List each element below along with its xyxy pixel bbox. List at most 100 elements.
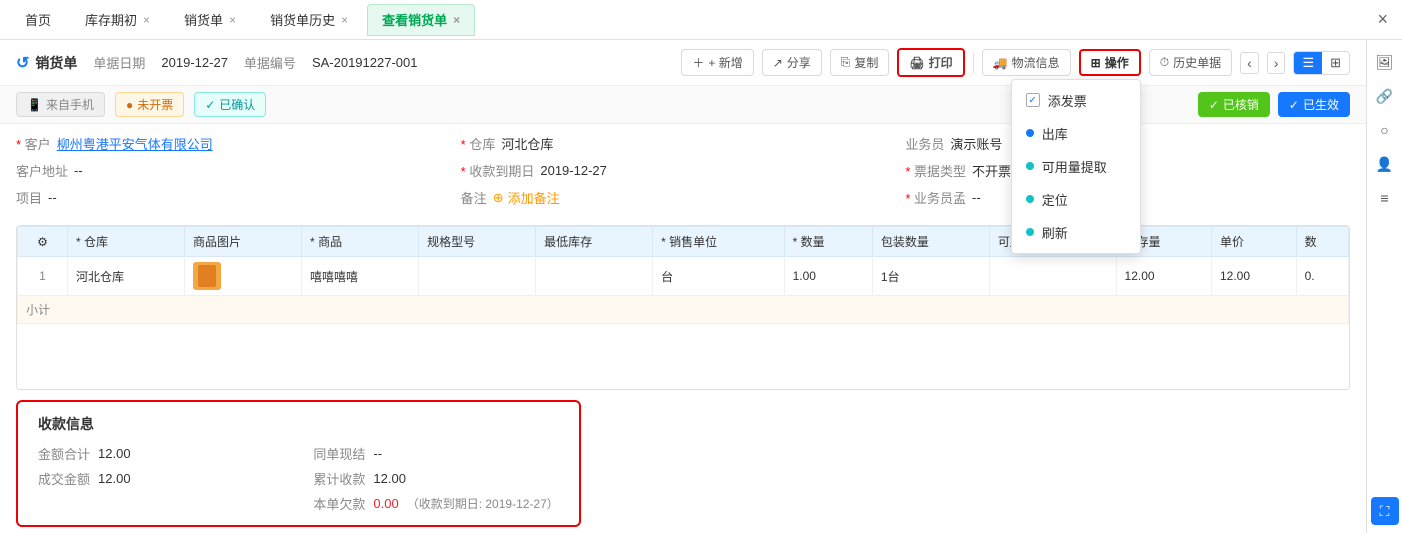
ops-button[interactable]: ⊞ 操作 bbox=[1079, 49, 1141, 76]
share-label: 分享 bbox=[787, 54, 811, 71]
due-date-hint: （收款到期日: 2019-12-27） bbox=[407, 495, 559, 512]
not-open-button[interactable]: ● 未开票 bbox=[115, 92, 184, 117]
tab-bar-right: × bbox=[1373, 9, 1392, 30]
sidebar-person-icon[interactable]: 👤 bbox=[1371, 150, 1399, 178]
form-row-2: 客户地址 -- 收款到期日 2019-12-27 票据类型 不开票 bbox=[16, 161, 1350, 180]
transaction-value: 12.00 bbox=[98, 471, 131, 486]
tab-home[interactable]: 首页 bbox=[10, 4, 66, 36]
status-right: ✓ 已核销 ✓ 已生效 bbox=[1198, 92, 1350, 117]
sidebar-list-icon[interactable]: ≡ bbox=[1371, 184, 1399, 212]
sold-check-icon: ✓ bbox=[1209, 98, 1219, 112]
tab-sales-history[interactable]: 销货单历史 × bbox=[255, 4, 363, 36]
tab-inventory-close[interactable]: × bbox=[143, 14, 150, 26]
row-min-stock bbox=[536, 257, 653, 296]
row-product: 嘻嘻嘻嘻 bbox=[302, 257, 419, 296]
ticket-icon: ● bbox=[126, 98, 133, 112]
col-warehouse: * 仓库 bbox=[67, 227, 184, 257]
share-button[interactable]: ↗ 分享 bbox=[762, 49, 822, 76]
separator-1 bbox=[973, 53, 974, 73]
copy-button[interactable]: ⎘ 复制 bbox=[830, 49, 890, 76]
sidebar-img-icon[interactable]: 🖼 bbox=[1371, 48, 1399, 76]
logistics-button[interactable]: 🚚 物流信息 bbox=[982, 49, 1071, 76]
print-label: 打印 bbox=[929, 54, 953, 71]
add-note-button[interactable]: ⊕ 添加备注 bbox=[493, 188, 560, 207]
from-mobile-button[interactable]: 📱 来自手机 bbox=[16, 92, 105, 117]
total-amount-label: 金额合计 bbox=[38, 444, 90, 463]
salesperson-label: 业务员孟 bbox=[905, 188, 966, 207]
outbound-dot bbox=[1026, 129, 1034, 137]
effective-check-icon: ✓ bbox=[1289, 98, 1299, 112]
confirm-icon: ✓ bbox=[205, 98, 215, 112]
row-stock: 12.00 bbox=[1116, 257, 1211, 296]
warehouse-label: 仓库 bbox=[461, 134, 496, 153]
tab-view-sales[interactable]: 查看销货单 × bbox=[367, 4, 475, 36]
history-button[interactable]: ⏱ 历史单据 bbox=[1149, 49, 1232, 76]
ops-outbound[interactable]: 出库 bbox=[1012, 117, 1140, 150]
customer-field: 客户 柳州粤港平安气体有限公司 bbox=[16, 134, 461, 153]
tab-sales-history-close[interactable]: × bbox=[341, 14, 348, 26]
add-note-label: 添加备注 bbox=[508, 188, 560, 207]
payment-grid: 金额合计 12.00 同单现结 -- 成交金额 12.00 累计收款 12.00 bbox=[38, 444, 559, 513]
col-price: 单价 bbox=[1211, 227, 1296, 257]
tab-sales-history-label: 销货单历史 bbox=[270, 10, 335, 29]
tab-inventory[interactable]: 库存期初 × bbox=[70, 4, 165, 36]
sidebar-expand-icon[interactable]: ⛶ bbox=[1371, 497, 1399, 525]
tab-sales[interactable]: 销货单 × bbox=[169, 4, 251, 36]
row-avail bbox=[989, 257, 1116, 296]
cumulative-label: 累计收款 bbox=[313, 469, 365, 488]
truck-icon: 🚚 bbox=[993, 56, 1008, 70]
next-button[interactable]: › bbox=[1267, 52, 1286, 74]
transaction-row: 成交金额 12.00 bbox=[38, 469, 283, 488]
same-bill-value: -- bbox=[373, 446, 382, 461]
transaction-label: 成交金额 bbox=[38, 469, 90, 488]
list-view-button[interactable]: ☰ bbox=[1294, 52, 1322, 74]
doc-title-area: ↺ 销货单 bbox=[16, 53, 77, 73]
doc-header: ↺ 销货单 单据日期 2019-12-27 单据编号 SA-20191227-0… bbox=[0, 40, 1366, 86]
ops-qty-take[interactable]: 可用量提取 bbox=[1012, 150, 1140, 183]
due-date-value: 2019-12-27 bbox=[540, 163, 607, 178]
bottom-section: 收款信息 金额合计 12.00 同单现结 -- 成交金额 12.00 bbox=[0, 390, 1366, 533]
warehouse-field: 仓库 河北仓库 bbox=[461, 134, 906, 153]
ops-locate[interactable]: 定位 bbox=[1012, 183, 1140, 216]
col-spec: 规格型号 bbox=[419, 227, 536, 257]
table-header-row: ⚙ * 仓库 商品图片 * 商品 规格型号 最低库存 * 销售单位 * 数量 包… bbox=[18, 227, 1349, 257]
print-button[interactable]: 🖨 打印 bbox=[897, 48, 964, 77]
confirm-button[interactable]: ✓ 已确认 bbox=[194, 92, 266, 117]
grid-view-button[interactable]: ⊞ bbox=[1322, 52, 1349, 74]
col-min-stock: 最低库存 bbox=[536, 227, 653, 257]
new-button[interactable]: ＋ + 新增 bbox=[681, 49, 753, 76]
ops-refresh[interactable]: 刷新 bbox=[1012, 216, 1140, 249]
tab-view-sales-close[interactable]: × bbox=[453, 14, 460, 26]
ticket-value: 不开票 bbox=[972, 161, 1011, 180]
salesperson-value: -- bbox=[972, 190, 981, 205]
product-img-box bbox=[193, 262, 221, 290]
sidebar-circle-icon[interactable]: ○ bbox=[1371, 116, 1399, 144]
doc-date-label: 单据日期 bbox=[93, 53, 145, 72]
sidebar-link-icon[interactable]: 🔗 bbox=[1371, 82, 1399, 110]
doc-icon: ↺ bbox=[16, 53, 29, 73]
product-img-inner bbox=[198, 265, 216, 287]
due-date-label: 收款到期日 bbox=[461, 161, 535, 180]
tab-sales-label: 销货单 bbox=[184, 10, 223, 29]
ops-label: 操作 bbox=[1105, 54, 1129, 71]
window-close-button[interactable]: × bbox=[1373, 5, 1392, 33]
ops-grid-icon: ⊞ bbox=[1091, 56, 1101, 70]
ops-add-invoice-label: 添发票 bbox=[1048, 91, 1087, 110]
copy-label: 复制 bbox=[854, 54, 878, 71]
ops-refresh-label: 刷新 bbox=[1042, 223, 1068, 242]
ticket-label: 票据类型 bbox=[905, 161, 966, 180]
total-amount-value: 12.00 bbox=[98, 446, 131, 461]
form-area: 客户 柳州粤港平安气体有限公司 仓库 河北仓库 业务员 演示账号 客户地址 -- bbox=[0, 124, 1366, 225]
status-row: 📱 来自手机 ● 未开票 ✓ 已确认 ✓ 已核销 ✓ 已生效 bbox=[0, 86, 1366, 124]
prev-button[interactable]: ‹ bbox=[1240, 52, 1259, 74]
col-product-img: 商品图片 bbox=[185, 227, 302, 257]
sold-button[interactable]: ✓ 已核销 bbox=[1198, 92, 1270, 117]
col-qty: * 数量 bbox=[784, 227, 872, 257]
customer-value[interactable]: 柳州粤港平安气体有限公司 bbox=[57, 134, 213, 153]
col-product: * 商品 bbox=[302, 227, 419, 257]
effective-button[interactable]: ✓ 已生效 bbox=[1278, 92, 1350, 117]
ops-add-invoice[interactable]: ✓ 添发票 bbox=[1012, 84, 1140, 117]
logistics-label: 物流信息 bbox=[1012, 54, 1060, 71]
tab-sales-close[interactable]: × bbox=[229, 14, 236, 26]
locate-dot bbox=[1026, 195, 1034, 203]
